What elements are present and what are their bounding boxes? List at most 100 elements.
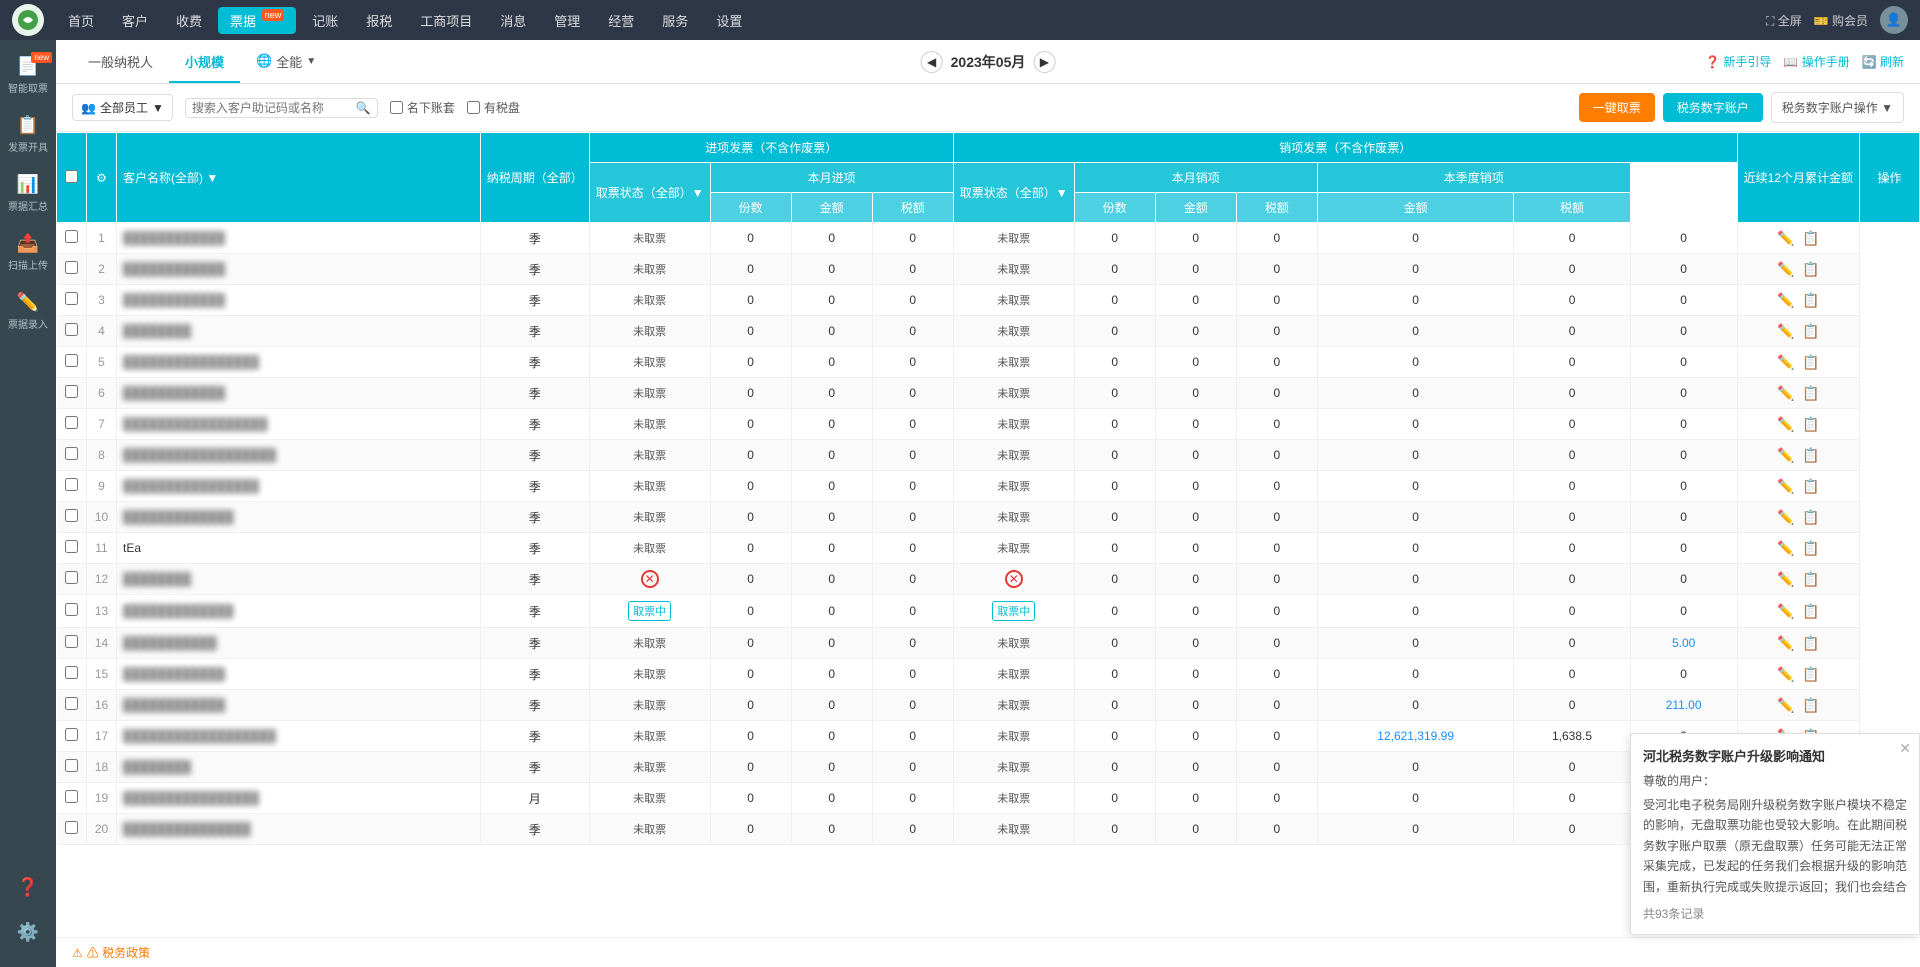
copy-icon[interactable]: 📋 (1802, 509, 1819, 525)
row-checkbox[interactable] (65, 416, 78, 429)
notification-close-btn[interactable]: ✕ (1899, 740, 1911, 757)
sidebar-settings-bottom[interactable]: ⚙️ (0, 914, 56, 951)
edit-icon[interactable]: ✏️ (1777, 478, 1794, 494)
nav-bookkeeping[interactable]: 记账 (300, 7, 350, 34)
nav-home[interactable]: 首页 (56, 7, 106, 34)
copy-icon[interactable]: 📋 (1802, 666, 1819, 682)
search-input[interactable] (192, 101, 352, 115)
row-checkbox[interactable] (65, 821, 78, 834)
row-checkbox[interactable] (65, 509, 78, 522)
edit-icon[interactable]: ✏️ (1777, 635, 1794, 651)
nav-operation[interactable]: 经营 (596, 7, 646, 34)
employee-select[interactable]: 👥 全部员工 ▼ (72, 94, 173, 121)
copy-icon[interactable]: 📋 (1802, 571, 1819, 587)
cum-amount-link[interactable]: 5.00 (1672, 636, 1695, 650)
copy-icon[interactable]: 📋 (1802, 635, 1819, 651)
user-avatar[interactable]: 👤 (1880, 6, 1908, 34)
fullscreen-btn[interactable]: ⛶ 全屏 (1766, 12, 1802, 29)
return-amount-link[interactable]: 12,621,319.99 (1377, 729, 1454, 743)
one-click-ticket-btn[interactable]: 一键取票 (1579, 93, 1655, 122)
copy-icon[interactable]: 📋 (1802, 478, 1819, 494)
search-icon[interactable]: 🔍 (356, 101, 371, 115)
tab-small-scale[interactable]: 小规模 (169, 42, 240, 83)
account-checkbox[interactable] (390, 101, 403, 114)
edit-icon[interactable]: ✏️ (1777, 416, 1794, 432)
tab-general-taxpayer[interactable]: 一般纳税人 (72, 42, 169, 83)
row-checkbox[interactable] (65, 230, 78, 243)
cum-amount-link[interactable]: 211.00 (1666, 698, 1702, 712)
copy-icon[interactable]: 📋 (1802, 416, 1819, 432)
row-checkbox[interactable] (65, 385, 78, 398)
edit-icon[interactable]: ✏️ (1777, 323, 1794, 339)
nav-ticket[interactable]: 票据 new (218, 7, 296, 34)
edit-icon[interactable]: ✏️ (1777, 292, 1794, 308)
select-all-checkbox[interactable] (65, 170, 78, 183)
row-checkbox[interactable] (65, 697, 78, 710)
row-checkbox[interactable] (65, 478, 78, 491)
copy-icon[interactable]: 📋 (1802, 447, 1819, 463)
row-checkbox[interactable] (65, 354, 78, 367)
checkbox-tax-disk[interactable]: 有税盘 (467, 99, 520, 116)
edit-icon[interactable]: ✏️ (1777, 666, 1794, 682)
copy-icon[interactable]: 📋 (1802, 323, 1819, 339)
edit-icon[interactable]: ✏️ (1777, 603, 1794, 619)
next-month-btn[interactable]: ▶ (1033, 51, 1055, 73)
copy-icon[interactable]: 📋 (1802, 603, 1819, 619)
tax-policy-link[interactable]: ⚠ 税务政策 (87, 944, 150, 961)
row-checkbox[interactable] (65, 603, 78, 616)
edit-icon[interactable]: ✏️ (1777, 697, 1794, 713)
row-checkbox[interactable] (65, 540, 78, 553)
copy-icon[interactable]: 📋 (1802, 540, 1819, 556)
sidebar-item-ticket-summary[interactable]: 📊 票据汇总 (0, 166, 56, 221)
copy-icon[interactable]: 📋 (1802, 354, 1819, 370)
vip-btn[interactable]: 🎫 购会员 (1814, 12, 1868, 29)
row-checkbox[interactable] (65, 635, 78, 648)
copy-icon[interactable]: 📋 (1802, 292, 1819, 308)
copy-icon[interactable]: 📋 (1802, 261, 1819, 277)
nav-business[interactable]: 工商项目 (408, 7, 484, 34)
sidebar-item-invoice-issue[interactable]: 📋 发票开具 (0, 107, 56, 162)
tax-disk-checkbox[interactable] (467, 101, 480, 114)
sidebar-item-scan-upload[interactable]: 📤 扫描上传 (0, 225, 56, 280)
nav-service[interactable]: 服务 (650, 7, 700, 34)
new-guide-btn[interactable]: ❓ 新手引导 (1705, 53, 1771, 70)
sidebar-item-smart-ticket[interactable]: 📄 智能取票 new (0, 48, 56, 103)
edit-icon[interactable]: ✏️ (1777, 540, 1794, 556)
row-checkbox[interactable] (65, 571, 78, 584)
tax-digital-ops-btn[interactable]: 税务数字账户操作 ▼ (1771, 92, 1904, 123)
row-checkbox[interactable] (65, 447, 78, 460)
sidebar-item-ticket-entry[interactable]: ✏️ 票据录入 (0, 284, 56, 339)
in-status-cell: 未取票 (589, 752, 710, 783)
edit-icon[interactable]: ✏️ (1777, 385, 1794, 401)
row-checkbox[interactable] (65, 666, 78, 679)
copy-icon[interactable]: 📋 (1802, 230, 1819, 246)
edit-icon[interactable]: ✏️ (1777, 447, 1794, 463)
edit-icon[interactable]: ✏️ (1777, 261, 1794, 277)
row-checkbox[interactable] (65, 323, 78, 336)
refresh-btn[interactable]: 🔄 刷新 (1862, 53, 1904, 70)
nav-settings[interactable]: 设置 (704, 7, 754, 34)
edit-icon[interactable]: ✏️ (1777, 230, 1794, 246)
edit-icon[interactable]: ✏️ (1777, 571, 1794, 587)
copy-icon[interactable]: 📋 (1802, 385, 1819, 401)
nav-customer[interactable]: 客户 (110, 7, 160, 34)
row-checkbox[interactable] (65, 292, 78, 305)
copy-icon[interactable]: 📋 (1802, 697, 1819, 713)
row-checkbox[interactable] (65, 790, 78, 803)
nav-tax[interactable]: 报税 (354, 7, 404, 34)
edit-icon[interactable]: ✏️ (1777, 509, 1794, 525)
row-checkbox[interactable] (65, 261, 78, 274)
prev-month-btn[interactable]: ◀ (921, 51, 943, 73)
tax-digital-account-btn[interactable]: 税务数字账户 (1663, 93, 1763, 122)
in-amount-cell: 0 (791, 502, 872, 533)
nav-message[interactable]: 消息 (488, 7, 538, 34)
tab-all-capable[interactable]: 🌐 全能 ▼ (240, 42, 332, 83)
nav-fee[interactable]: 收费 (164, 7, 214, 34)
sidebar-help[interactable]: ❓ (0, 869, 56, 906)
checkbox-account[interactable]: 名下账套 (390, 99, 455, 116)
row-checkbox[interactable] (65, 759, 78, 772)
row-checkbox[interactable] (65, 728, 78, 741)
nav-manage[interactable]: 管理 (542, 7, 592, 34)
edit-icon[interactable]: ✏️ (1777, 354, 1794, 370)
manual-btn[interactable]: 📖 操作手册 (1783, 53, 1849, 70)
